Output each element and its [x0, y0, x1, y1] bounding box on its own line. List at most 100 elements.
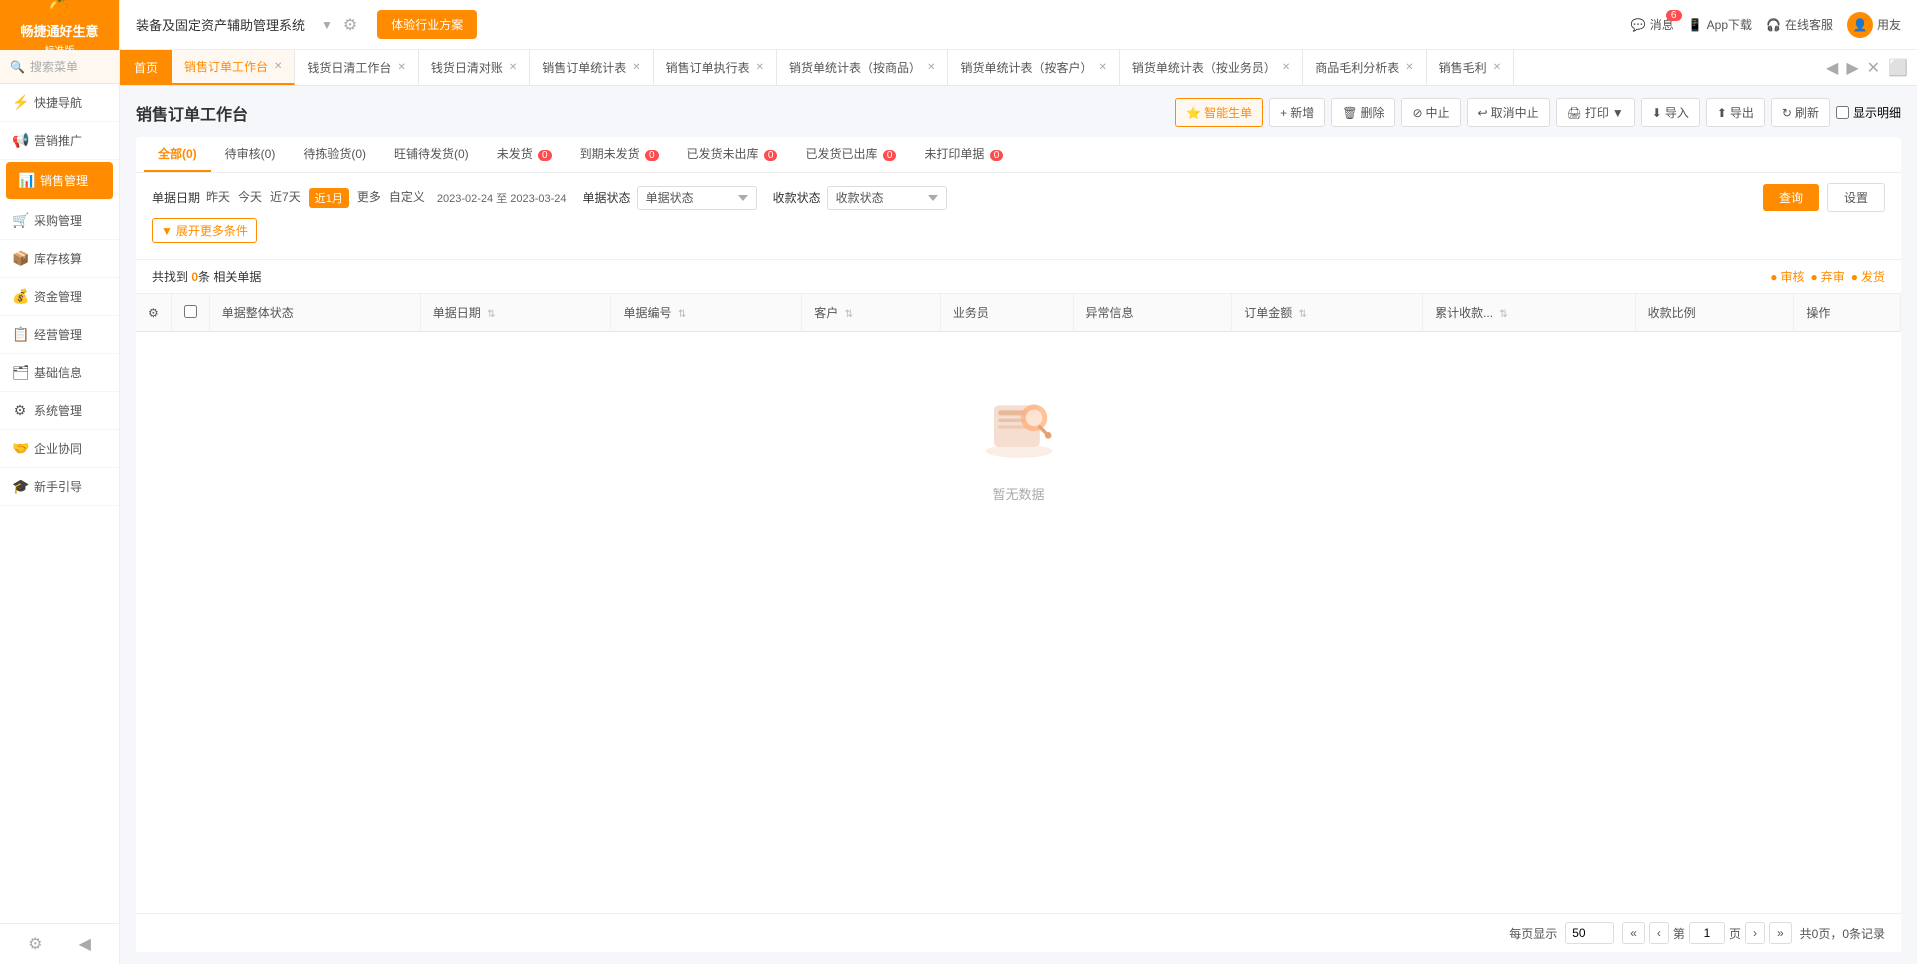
tab-close-icon[interactable]: ✕ — [927, 62, 935, 73]
col-amount[interactable]: 订单金额 ⇅ — [1232, 294, 1423, 332]
tab-home[interactable]: 首页 — [120, 50, 172, 85]
select-all-checkbox[interactable] — [184, 305, 197, 318]
sidebar-item-finance[interactable]: 💰 资金管理 — [0, 278, 119, 316]
tab-close-icon[interactable]: ✕ — [1405, 62, 1413, 73]
messages-btn[interactable]: 💬 消息 6 — [1631, 16, 1674, 33]
subtab-not-shipped[interactable]: 未发货 0 — [483, 137, 566, 172]
col-number[interactable]: 单据编号 ⇅ — [611, 294, 802, 332]
date-more[interactable]: 更多 — [357, 188, 381, 208]
tab-close-icon[interactable]: ✕ — [1282, 62, 1290, 73]
page-input[interactable] — [1689, 922, 1725, 944]
payment-select[interactable]: 收款状态 — [827, 186, 947, 210]
refresh-btn[interactable]: ↻ 刷新 — [1771, 98, 1830, 127]
subtab-all[interactable]: 全部(0) — [144, 137, 211, 172]
tab-profit[interactable]: 商品毛利分析表 ✕ — [1303, 50, 1426, 85]
online-service-btn[interactable]: 🎧 在线客服 — [1766, 16, 1833, 33]
subtab-pending-inspect[interactable]: 待拣验货(0) — [289, 137, 380, 172]
sidebar-item-marketing[interactable]: 📢 营销推广 — [0, 122, 119, 160]
date-yesterday[interactable]: 昨天 — [206, 188, 230, 208]
tab-sales-stat[interactable]: 销售订单统计表 ✕ — [530, 50, 653, 85]
tab-sales-more[interactable]: 销售毛利 ✕ — [1427, 50, 1514, 85]
dropdown-arrow-icon[interactable]: ▼ — [321, 18, 333, 32]
sort-received-icon[interactable]: ⇅ — [1499, 309, 1507, 320]
date-custom[interactable]: 自定义 — [389, 188, 425, 208]
tab-sales-product[interactable]: 销货单统计表（按商品） ✕ — [777, 50, 948, 85]
export-btn[interactable]: ⬆ 导出 — [1706, 98, 1765, 127]
tab-sales-workbench[interactable]: 销售订单工作台 ✕ — [172, 50, 295, 85]
col-check[interactable] — [171, 294, 209, 332]
not-shipped-badge: 0 — [538, 150, 552, 161]
sidebar-item-sales[interactable]: 📊 销售管理 — [6, 162, 113, 200]
sort-date-icon[interactable]: ⇅ — [487, 309, 495, 320]
tab-sales-customer[interactable]: 销货单统计表（按客户） ✕ — [948, 50, 1119, 85]
collapse-icon[interactable]: ◀ — [79, 934, 91, 954]
stop-btn[interactable]: ⊘ 中止 — [1401, 98, 1460, 127]
sidebar-item-purchase[interactable]: 🛒 采购管理 — [0, 202, 119, 240]
subtab-shipped-warehoused[interactable]: 已发货已出库 0 — [791, 137, 910, 172]
print-btn[interactable]: 🖨 打印 ▼ — [1556, 98, 1635, 127]
query-btn[interactable]: 查询 — [1763, 184, 1819, 211]
smart-btn[interactable]: ⭐ 智能生单 — [1175, 98, 1263, 127]
revoke-action-btn[interactable]: ● 弃审 — [1810, 268, 1844, 285]
page-last-btn[interactable]: » — [1769, 922, 1792, 944]
add-btn[interactable]: + 新增 — [1269, 98, 1325, 127]
sidebar-item-guide[interactable]: 🎓 新手引导 — [0, 468, 119, 506]
page-next-btn[interactable]: › — [1745, 922, 1765, 944]
subtab-wangpu-pending[interactable]: 旺铺待发货(0) — [380, 137, 483, 172]
subtab-shipped-not-warehoused[interactable]: 已发货未出库 0 — [673, 137, 792, 172]
import-btn[interactable]: ⬇ 导入 — [1641, 98, 1700, 127]
sidebar-item-system[interactable]: ⚙ 系统管理 — [0, 392, 119, 430]
tab-close-icon[interactable]: ✕ — [1098, 62, 1106, 73]
ship-action-btn[interactable]: ● 发货 — [1851, 268, 1885, 285]
settings-btn[interactable]: 设置 — [1827, 183, 1885, 212]
tab-close-icon[interactable]: ✕ — [274, 61, 282, 72]
col-received[interactable]: 累计收款... ⇅ — [1423, 294, 1636, 332]
sort-amount-icon[interactable]: ⇅ — [1299, 309, 1307, 320]
app-download-btn[interactable]: 📱 App下载 — [1688, 16, 1752, 33]
page-size-select[interactable]: 50 10 20 100 — [1565, 922, 1614, 944]
settings-icon[interactable]: ⚙ — [28, 934, 42, 954]
industry-btn[interactable]: 体验行业方案 — [377, 10, 477, 39]
sidebar-search[interactable]: 🔍 搜索菜单 — [0, 50, 119, 84]
tab-close-icon[interactable]: ✕ — [397, 62, 405, 73]
tab-close-icon[interactable]: ✕ — [632, 62, 640, 73]
show-detail-input[interactable] — [1836, 106, 1849, 119]
date-today[interactable]: 今天 — [238, 188, 262, 208]
subtab-pending-audit[interactable]: 待审核(0) — [211, 137, 290, 172]
col-settings[interactable]: ⚙ — [136, 294, 171, 332]
tab-maximize-icon[interactable]: ⬜ — [1885, 58, 1911, 78]
sidebar-item-enterprise[interactable]: 🤝 企业协同 — [0, 430, 119, 468]
tab-scroll-right-icon[interactable]: ▶ — [1843, 58, 1861, 78]
subtab-overdue-not-shipped[interactable]: 到期未发货 0 — [566, 137, 673, 172]
tab-scroll-left-icon[interactable]: ◀ — [1823, 58, 1841, 78]
cancel-stop-btn[interactable]: ↩ 取消中止 — [1467, 98, 1550, 127]
show-detail-checkbox[interactable]: 显示明细 — [1836, 104, 1901, 121]
subtab-not-printed[interactable]: 未打印单据 0 — [910, 137, 1017, 172]
tab-close-all-icon[interactable]: ✕ — [1864, 58, 1883, 78]
tab-cash-daily[interactable]: 钱货日清工作台 ✕ — [295, 50, 418, 85]
topbar-settings-icon[interactable]: ⚙ — [343, 15, 357, 35]
tab-close-icon[interactable]: ✕ — [1493, 62, 1501, 73]
date-7days[interactable]: 近7天 — [270, 188, 301, 208]
sidebar-item-operations[interactable]: 📋 经营管理 — [0, 316, 119, 354]
user-menu-btn[interactable]: 👤 用友 — [1847, 12, 1901, 38]
page-first-btn[interactable]: « — [1622, 922, 1645, 944]
sidebar-item-basic[interactable]: 🗂 基础信息 — [0, 354, 119, 392]
delete-btn[interactable]: 🗑 删除 — [1331, 98, 1395, 127]
sort-customer-icon[interactable]: ⇅ — [845, 309, 853, 320]
expand-filter-btn[interactable]: ▼ 展开更多条件 — [152, 218, 257, 243]
page-prev-btn[interactable]: ‹ — [1649, 922, 1669, 944]
tab-sales-exec[interactable]: 销售订单执行表 ✕ — [654, 50, 777, 85]
status-select[interactable]: 单据状态 — [637, 186, 757, 210]
sort-number-icon[interactable]: ⇅ — [678, 309, 686, 320]
col-date[interactable]: 单据日期 ⇅ — [420, 294, 611, 332]
tab-close-icon[interactable]: ✕ — [509, 62, 517, 73]
tab-sales-staff[interactable]: 销货单统计表（按业务员） ✕ — [1120, 50, 1303, 85]
tab-cash-reconcile[interactable]: 钱货日清对账 ✕ — [419, 50, 530, 85]
col-customer[interactable]: 客户 ⇅ — [802, 294, 941, 332]
audit-action-btn[interactable]: ● 审核 — [1770, 268, 1804, 285]
tab-close-icon[interactable]: ✕ — [756, 62, 764, 73]
sidebar-item-inventory[interactable]: 📦 库存核算 — [0, 240, 119, 278]
date-1month[interactable]: 近1月 — [309, 188, 349, 208]
sidebar-item-quick-nav[interactable]: ⚡ 快捷导航 — [0, 84, 119, 122]
